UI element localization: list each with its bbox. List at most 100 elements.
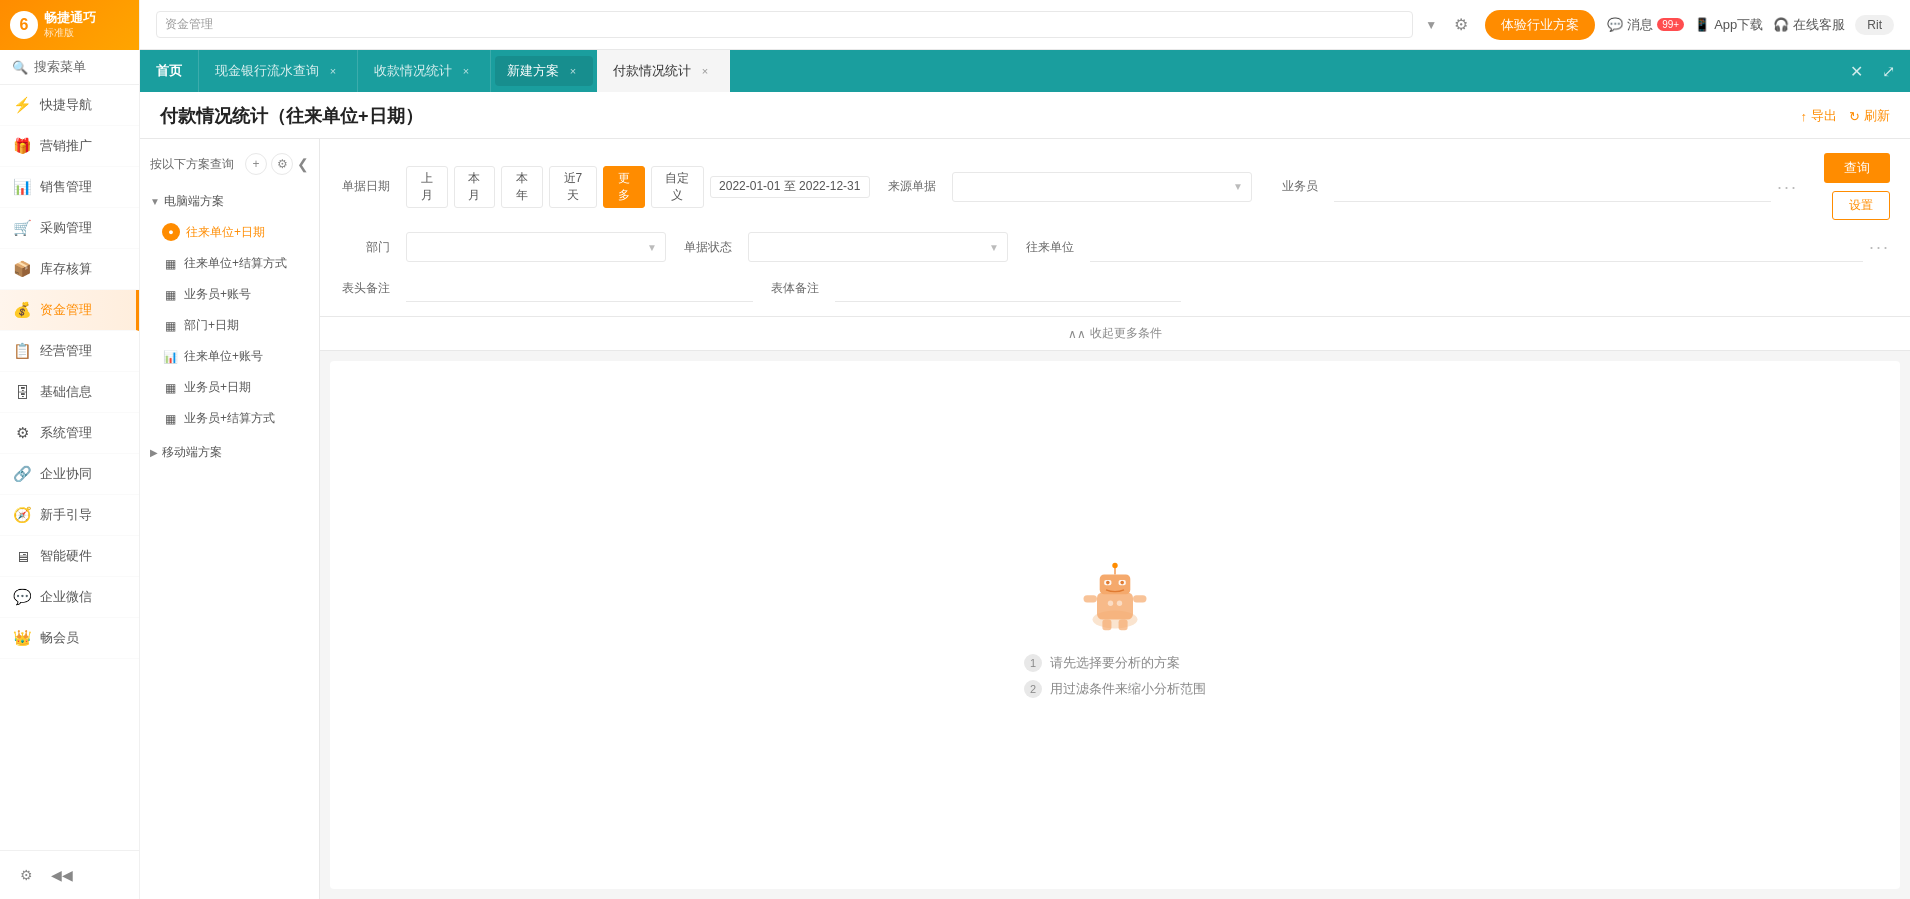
tip-text-2: 用过滤条件来缩小分析范围 xyxy=(1050,680,1206,698)
voucher-date-label: 单据日期 xyxy=(340,178,390,195)
scheme-group-mobile-header[interactable]: ▶ 移动端方案 xyxy=(140,438,319,467)
sidebar-label-basic: 基础信息 xyxy=(40,383,92,401)
scheme-item-label-salesperson-account: 业务员+账号 xyxy=(184,286,251,303)
sidebar-item-purchase[interactable]: 🛒 采购管理 xyxy=(0,208,139,249)
search-menu[interactable]: 🔍 搜索菜单 xyxy=(0,50,139,85)
export-btn[interactable]: ↑ 导出 xyxy=(1801,107,1838,125)
date-btn-this-month[interactable]: 本月 xyxy=(454,166,496,208)
date-btn-7days[interactable]: 近7天 xyxy=(549,166,597,208)
sidebar-item-operations[interactable]: 📋 经营管理 xyxy=(0,331,139,372)
online-service-btn[interactable]: 🎧 在线客服 xyxy=(1773,16,1845,34)
tab-fullscreen-btn[interactable]: ⤢ xyxy=(1876,59,1900,83)
scheme-group-mobile-label: 移动端方案 xyxy=(162,444,222,461)
table-icon-4: ▦ xyxy=(162,380,178,396)
date-range-input[interactable] xyxy=(710,176,870,198)
app-logo-icon: 6 xyxy=(10,11,38,39)
sidebar-item-basic[interactable]: 🗄 基础信息 xyxy=(0,372,139,413)
tab-close-all-btn[interactable]: ✕ xyxy=(1844,59,1868,83)
salesperson-more-btn[interactable]: ··· xyxy=(1777,178,1798,196)
sidebar-item-hardware[interactable]: 🖥 智能硬件 xyxy=(0,536,139,577)
scheme-sidebar-actions: + ⚙ ❮ xyxy=(245,153,309,175)
breadcrumb: 资金管理 xyxy=(156,11,1413,38)
source-voucher-select[interactable]: ▼ xyxy=(952,172,1252,202)
sidebar-label-system: 系统管理 xyxy=(40,424,92,442)
tab-new-scheme-close[interactable]: × xyxy=(565,63,581,79)
related-unit-input[interactable] xyxy=(1090,232,1863,262)
tab-home[interactable]: 首页 xyxy=(140,50,199,92)
scheme-item-unit-account[interactable]: 📊 往来单位+账号 xyxy=(140,341,319,372)
date-btn-more[interactable]: 更多 xyxy=(603,166,645,208)
sidebar-settings-btn[interactable]: ⚙ xyxy=(12,861,40,889)
svg-point-14 xyxy=(1117,601,1122,606)
table-icon-5: ▦ xyxy=(162,411,178,427)
topbar-actions: 💬 消息 99+ 📱 App下载 🎧 在线客服 Rit xyxy=(1607,15,1894,35)
main-content: 资金管理 ▼ ⚙ 体验行业方案 💬 消息 99+ 📱 App下载 🎧 在线客服 … xyxy=(140,0,1910,899)
date-filter-content: 上月 本月 本年 近7天 更多 自定义 xyxy=(406,166,870,208)
message-btn[interactable]: 💬 消息 99+ xyxy=(1607,16,1684,34)
tab-collection-stats-close[interactable]: × xyxy=(458,63,474,79)
query-btn[interactable]: 查询 xyxy=(1824,153,1890,183)
collapse-bar[interactable]: ∧∧ 收起更多条件 xyxy=(320,317,1910,351)
tab-payment-stats-close[interactable]: × xyxy=(697,63,713,79)
app-download-btn[interactable]: 📱 App下载 xyxy=(1694,16,1763,34)
hardware-icon: 🖥 xyxy=(12,546,32,566)
sidebar-item-marketing[interactable]: 🎁 营销推广 xyxy=(0,126,139,167)
scheme-item-label-salesperson-date: 业务员+日期 xyxy=(184,379,251,396)
tab-new-scheme[interactable]: 新建方案 × xyxy=(495,56,593,86)
scheme-add-btn[interactable]: + xyxy=(245,153,267,175)
sales-icon: 📊 xyxy=(12,177,32,197)
sidebar-item-capital[interactable]: 💰 资金管理 xyxy=(0,290,139,331)
page-content: 付款情况统计（往来单位+日期） ↑ 导出 ↻ 刷新 按以下方案查询 + xyxy=(140,92,1910,899)
sidebar-item-member[interactable]: 👑 畅会员 xyxy=(0,618,139,659)
header-note-input[interactable] xyxy=(406,274,753,302)
related-unit-more-btn[interactable]: ··· xyxy=(1869,238,1890,256)
svg-rect-9 xyxy=(1084,595,1098,602)
app-name-block: 畅捷通巧 标准版 xyxy=(44,10,96,40)
tab-cash-flow-close[interactable]: × xyxy=(325,63,341,79)
salesperson-input[interactable] xyxy=(1334,172,1771,202)
filter-settings-btn[interactable]: 设置 xyxy=(1832,191,1890,220)
svg-rect-1 xyxy=(1097,593,1133,620)
topbar: 资金管理 ▼ ⚙ 体验行业方案 💬 消息 99+ 📱 App下载 🎧 在线客服 … xyxy=(140,0,1910,50)
download-icon: 📱 xyxy=(1694,17,1710,32)
dept-select-arrow: ▼ xyxy=(647,242,657,253)
tab-collection-stats[interactable]: 收款情况统计 × xyxy=(358,50,491,92)
scheme-group-desktop-header[interactable]: ▼ 电脑端方案 xyxy=(140,187,319,216)
scheme-settings-btn[interactable]: ⚙ xyxy=(271,153,293,175)
chevron-right-icon: ▶ xyxy=(150,447,158,458)
topbar-settings-btn[interactable]: ⚙ xyxy=(1449,13,1473,37)
voucher-status-arrow: ▼ xyxy=(989,242,999,253)
scheme-item-salesperson-account[interactable]: ▦ 业务员+账号 xyxy=(140,279,319,310)
date-btn-custom[interactable]: 自定义 xyxy=(651,166,704,208)
sidebar-item-system[interactable]: ⚙ 系统管理 xyxy=(0,413,139,454)
date-btn-last-month[interactable]: 上月 xyxy=(406,166,448,208)
sidebar-item-enterprise[interactable]: 🔗 企业协同 xyxy=(0,454,139,495)
dept-select[interactable]: ▼ xyxy=(406,232,666,262)
scheme-item-salesperson-date[interactable]: ▦ 业务员+日期 xyxy=(140,372,319,403)
sidebar-item-wechat[interactable]: 💬 企业微信 xyxy=(0,577,139,618)
sidebar-item-inventory[interactable]: 📦 库存核算 xyxy=(0,249,139,290)
scheme-item-dept-date[interactable]: ▦ 部门+日期 xyxy=(140,310,319,341)
sidebar-item-guide[interactable]: 🧭 新手引导 xyxy=(0,495,139,536)
username-label: Rit xyxy=(1867,18,1882,32)
tab-cash-flow[interactable]: 现金银行流水查询 × xyxy=(199,50,358,92)
voucher-status-select[interactable]: ▼ xyxy=(748,232,1008,262)
breadcrumb-chevron: ▼ xyxy=(1425,18,1437,32)
user-profile[interactable]: Rit xyxy=(1855,15,1894,35)
page-header-actions: ↑ 导出 ↻ 刷新 xyxy=(1801,107,1891,125)
sidebar-item-quick-nav[interactable]: ⚡ 快捷导航 xyxy=(0,85,139,126)
scheme-item-salesperson-settlement[interactable]: ▦ 业务员+结算方式 xyxy=(140,403,319,434)
trial-btn[interactable]: 体验行业方案 xyxy=(1485,10,1595,40)
date-btn-this-year[interactable]: 本年 xyxy=(501,166,543,208)
refresh-btn[interactable]: ↻ 刷新 xyxy=(1849,107,1890,125)
tab-cash-flow-label: 现金银行流水查询 xyxy=(215,62,319,80)
scheme-collapse-btn[interactable]: ❮ xyxy=(297,156,309,172)
sidebar-collapse-btn[interactable]: ◀◀ xyxy=(48,861,76,889)
sidebar-item-sales[interactable]: 📊 销售管理 xyxy=(0,167,139,208)
svg-point-6 xyxy=(1120,581,1124,585)
scheme-item-unit-settlement[interactable]: ▦ 往来单位+结算方式 xyxy=(140,248,319,279)
svg-point-8 xyxy=(1112,563,1117,568)
tab-payment-stats[interactable]: 付款情况统计 × xyxy=(597,50,730,92)
scheme-item-unit-date[interactable]: ● 往来单位+日期 xyxy=(140,216,319,248)
body-note-input[interactable] xyxy=(835,274,1182,302)
